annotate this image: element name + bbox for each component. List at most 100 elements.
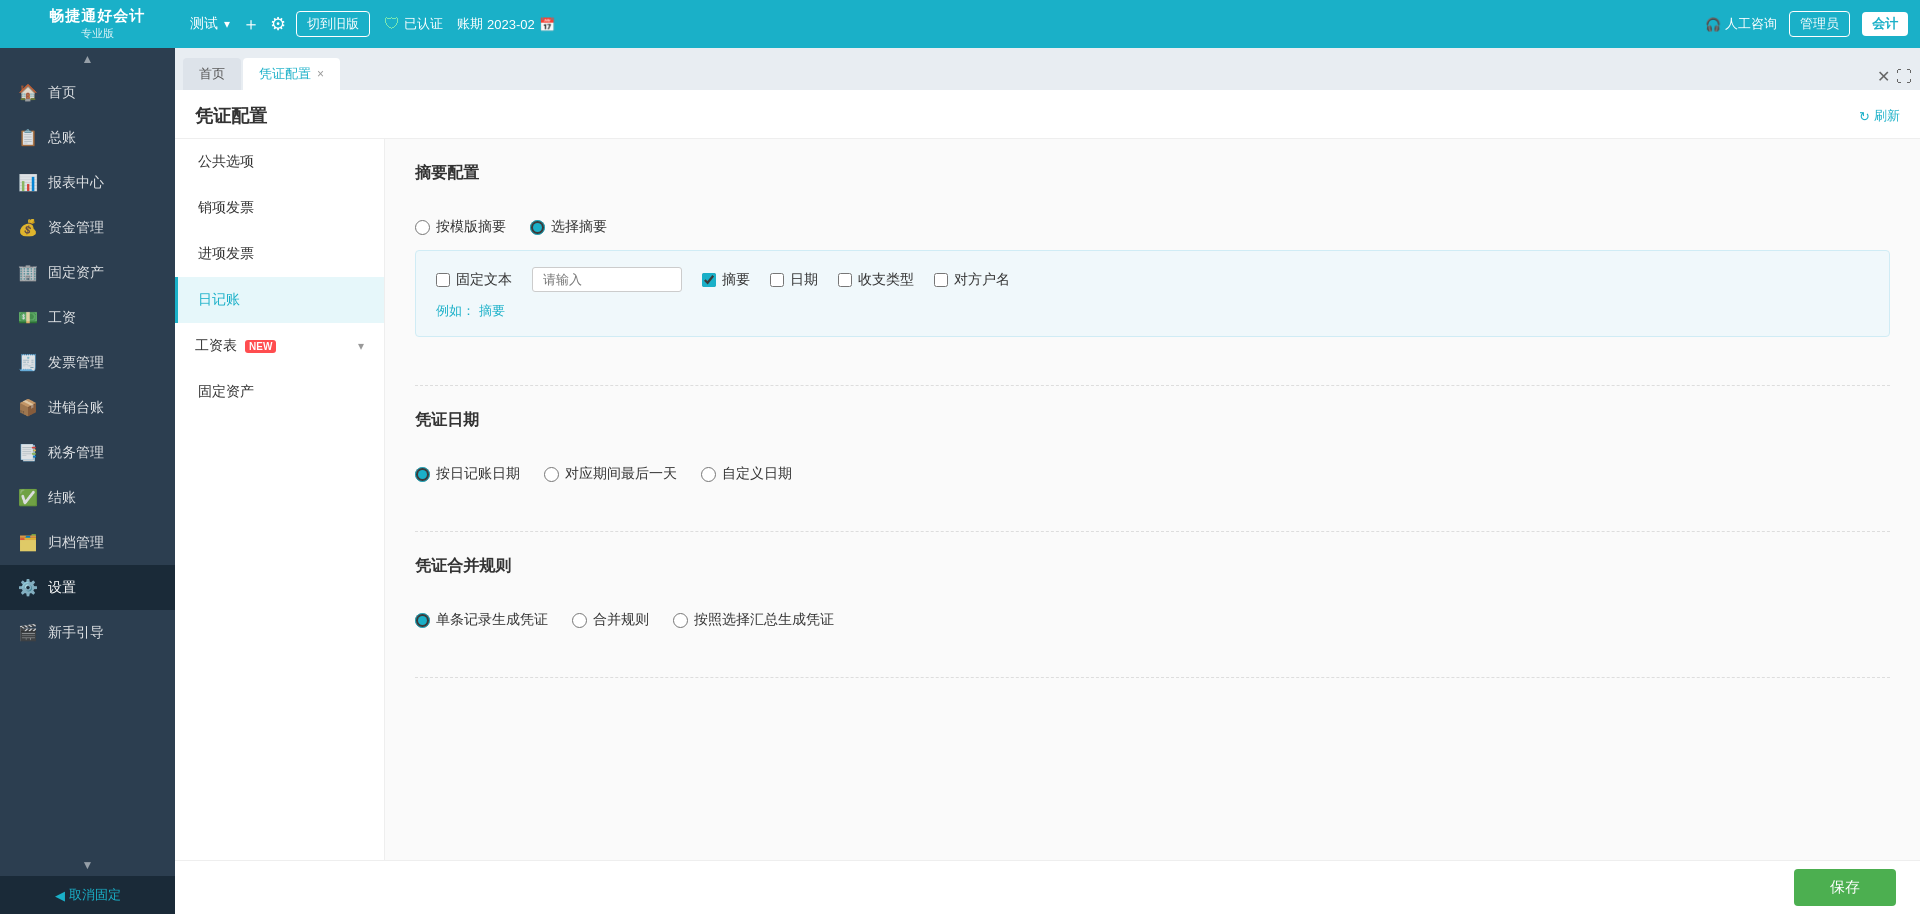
- cancel-fixed-label: 取消固定: [69, 886, 121, 904]
- sidebar-label-funds: 资金管理: [48, 219, 104, 237]
- checkbox-payment-type-label: 收支类型: [858, 271, 914, 289]
- radio-custom-date[interactable]: 自定义日期: [701, 465, 792, 483]
- reports-icon: 📊: [18, 173, 38, 192]
- fullscreen-btn[interactable]: ⛶: [1896, 68, 1912, 86]
- sidebar-item-home[interactable]: 🏠 首页: [0, 70, 175, 115]
- sidebar-label-close: 结账: [48, 489, 76, 507]
- sidebar-item-assets[interactable]: 🏢 固定资产: [0, 250, 175, 295]
- tab-home[interactable]: 首页: [183, 58, 241, 90]
- home-icon: 🏠: [18, 83, 38, 102]
- close-tab-icon[interactable]: ×: [317, 68, 324, 80]
- sidebar-item-guide[interactable]: 🎬 新手引导: [0, 610, 175, 655]
- scroll-down-btn[interactable]: ▼: [0, 854, 175, 876]
- left-nav-item-journal[interactable]: 日记账: [175, 277, 384, 323]
- radio-by-journal-date[interactable]: 按日记账日期: [415, 465, 520, 483]
- left-nav-item-sales-invoice[interactable]: 销项发票: [175, 185, 384, 231]
- refresh-icon: ↻: [1859, 109, 1870, 124]
- example-text: 例如： 摘要: [436, 302, 1869, 320]
- cancel-fixed-btn[interactable]: ◀ 取消固定: [0, 876, 175, 914]
- sidebar-label-salary: 工资: [48, 309, 76, 327]
- radio-custom-date-label: 自定义日期: [722, 465, 792, 483]
- section-summary-config: 摘要配置 按模版摘要 选择摘要: [415, 163, 1890, 353]
- radio-by-date-label: 按日记账日期: [436, 465, 520, 483]
- sidebar-item-archive[interactable]: 🗂️ 归档管理: [0, 520, 175, 565]
- sidebar-item-invoice[interactable]: 🧾 发票管理: [0, 340, 175, 385]
- date-radio-group: 按日记账日期 对应期间最后一天 自定义日期: [415, 465, 1890, 483]
- radio-single-record-input[interactable]: [415, 613, 430, 628]
- radio-select-merge[interactable]: 按照选择汇总生成凭证: [673, 611, 834, 629]
- project-selector[interactable]: 测试 ▾: [190, 15, 230, 33]
- sidebar-item-purchase-sales[interactable]: 📦 进销台账: [0, 385, 175, 430]
- checkbox-date-label: 日期: [790, 271, 818, 289]
- tab-voucher-config[interactable]: 凭证配置 ×: [243, 58, 340, 90]
- accountant-button[interactable]: 会计: [1862, 12, 1908, 36]
- admin-button[interactable]: 管理员: [1789, 11, 1850, 37]
- checkbox-summary-input[interactable]: [702, 273, 716, 287]
- radio-last-day-input[interactable]: [544, 467, 559, 482]
- refresh-button[interactable]: ↻ 刷新: [1859, 107, 1900, 125]
- ledger-icon: 📋: [18, 128, 38, 147]
- left-nav-item-purchase-invoice[interactable]: 进项发票: [175, 231, 384, 277]
- sidebar-item-tax[interactable]: 📑 税务管理: [0, 430, 175, 475]
- left-nav-item-payroll[interactable]: 工资表 NEW ▾: [175, 323, 384, 369]
- radio-by-journal-date-input[interactable]: [415, 467, 430, 482]
- sidebar-item-settings[interactable]: ⚙️ 设置: [0, 565, 175, 610]
- radio-select-summary-input[interactable]: [530, 220, 545, 235]
- radio-select-merge-input[interactable]: [673, 613, 688, 628]
- radio-select-summary[interactable]: 选择摘要: [530, 218, 607, 236]
- merge-radio-group: 单条记录生成凭证 合并规则 按照选择汇总生成凭证: [415, 611, 1890, 629]
- sidebar-item-funds[interactable]: 💰 资金管理: [0, 205, 175, 250]
- content-header: 凭证配置 ↻ 刷新: [175, 90, 1920, 139]
- switch-to-old-btn[interactable]: 切到旧版: [296, 11, 370, 37]
- sidebar-label-purchase-sales: 进销台账: [48, 399, 104, 417]
- save-button[interactable]: 保存: [1794, 869, 1896, 906]
- checkbox-payment-type[interactable]: 收支类型: [838, 271, 914, 289]
- calendar-icon[interactable]: 📅: [539, 17, 555, 32]
- left-nav-item-public[interactable]: 公共选项: [175, 139, 384, 185]
- radio-template-summary[interactable]: 按模版摘要: [415, 218, 506, 236]
- sidebar-item-close[interactable]: ✅ 结账: [0, 475, 175, 520]
- checkbox-date[interactable]: 日期: [770, 271, 818, 289]
- close-window-btn[interactable]: ✕: [1877, 67, 1890, 86]
- add-icon[interactable]: ＋: [242, 15, 260, 33]
- radio-merge-rule-input[interactable]: [572, 613, 587, 628]
- pin-icon: ◀: [55, 888, 65, 903]
- checkbox-fixed-text-label: 固定文本: [456, 271, 512, 289]
- sidebar-item-salary[interactable]: 💵 工资: [0, 295, 175, 340]
- checkbox-counterparty[interactable]: 对方户名: [934, 271, 1010, 289]
- summary-radio-group: 按模版摘要 选择摘要: [415, 218, 1890, 236]
- chevron-down-icon[interactable]: ▾: [224, 17, 230, 31]
- settings-icon[interactable]: ⚙: [270, 15, 286, 33]
- checkbox-fixed-text-input[interactable]: [436, 273, 450, 287]
- checkbox-summary-label: 摘要: [722, 271, 750, 289]
- consult-btn[interactable]: 🎧 人工咨询: [1705, 15, 1777, 33]
- sidebar-scroll: 🏠 首页 📋 总账 📊 报表中心 💰 资金管理 🏢 固定资产 💵 工资 🧾 发票…: [0, 70, 175, 854]
- sidebar-label-settings: 设置: [48, 579, 76, 597]
- scroll-up-btn[interactable]: ▲: [0, 48, 175, 70]
- section-body-date: 按日记账日期 对应期间最后一天 自定义日期: [415, 449, 1890, 499]
- sidebar: ▲ 🏠 首页 📋 总账 📊 报表中心 💰 资金管理 🏢 固定资产 💵 工资 🧾 …: [0, 48, 175, 914]
- sidebar-item-ledger[interactable]: 📋 总账: [0, 115, 175, 160]
- radio-single-record[interactable]: 单条记录生成凭证: [415, 611, 548, 629]
- radio-last-day[interactable]: 对应期间最后一天: [544, 465, 677, 483]
- divider-1: [415, 385, 1890, 386]
- radio-custom-date-input[interactable]: [701, 467, 716, 482]
- radio-merge-rule[interactable]: 合并规则: [572, 611, 649, 629]
- checkbox-counterparty-input[interactable]: [934, 273, 948, 287]
- fixed-text-input[interactable]: [532, 267, 682, 292]
- salary-icon: 💵: [18, 308, 38, 327]
- left-nav-label-purchase-invoice: 进项发票: [198, 245, 254, 261]
- checkbox-payment-type-input[interactable]: [838, 273, 852, 287]
- left-nav-item-fixed-assets[interactable]: 固定资产: [175, 369, 384, 415]
- checkbox-date-input[interactable]: [770, 273, 784, 287]
- radio-template-summary-input[interactable]: [415, 220, 430, 235]
- checkbox-summary[interactable]: 摘要: [702, 271, 750, 289]
- section-title-summary: 摘要配置: [415, 163, 1890, 184]
- purchase-sales-icon: 📦: [18, 398, 38, 417]
- sidebar-item-reports[interactable]: 📊 报表中心: [0, 160, 175, 205]
- summary-options-row: 固定文本 摘要 日期: [436, 267, 1869, 292]
- left-nav-label-payroll: 工资表: [195, 337, 237, 355]
- checkbox-fixed-text[interactable]: 固定文本: [436, 271, 512, 289]
- tab-config-label: 凭证配置: [259, 65, 311, 83]
- summary-config-box: 固定文本 摘要 日期: [415, 250, 1890, 337]
